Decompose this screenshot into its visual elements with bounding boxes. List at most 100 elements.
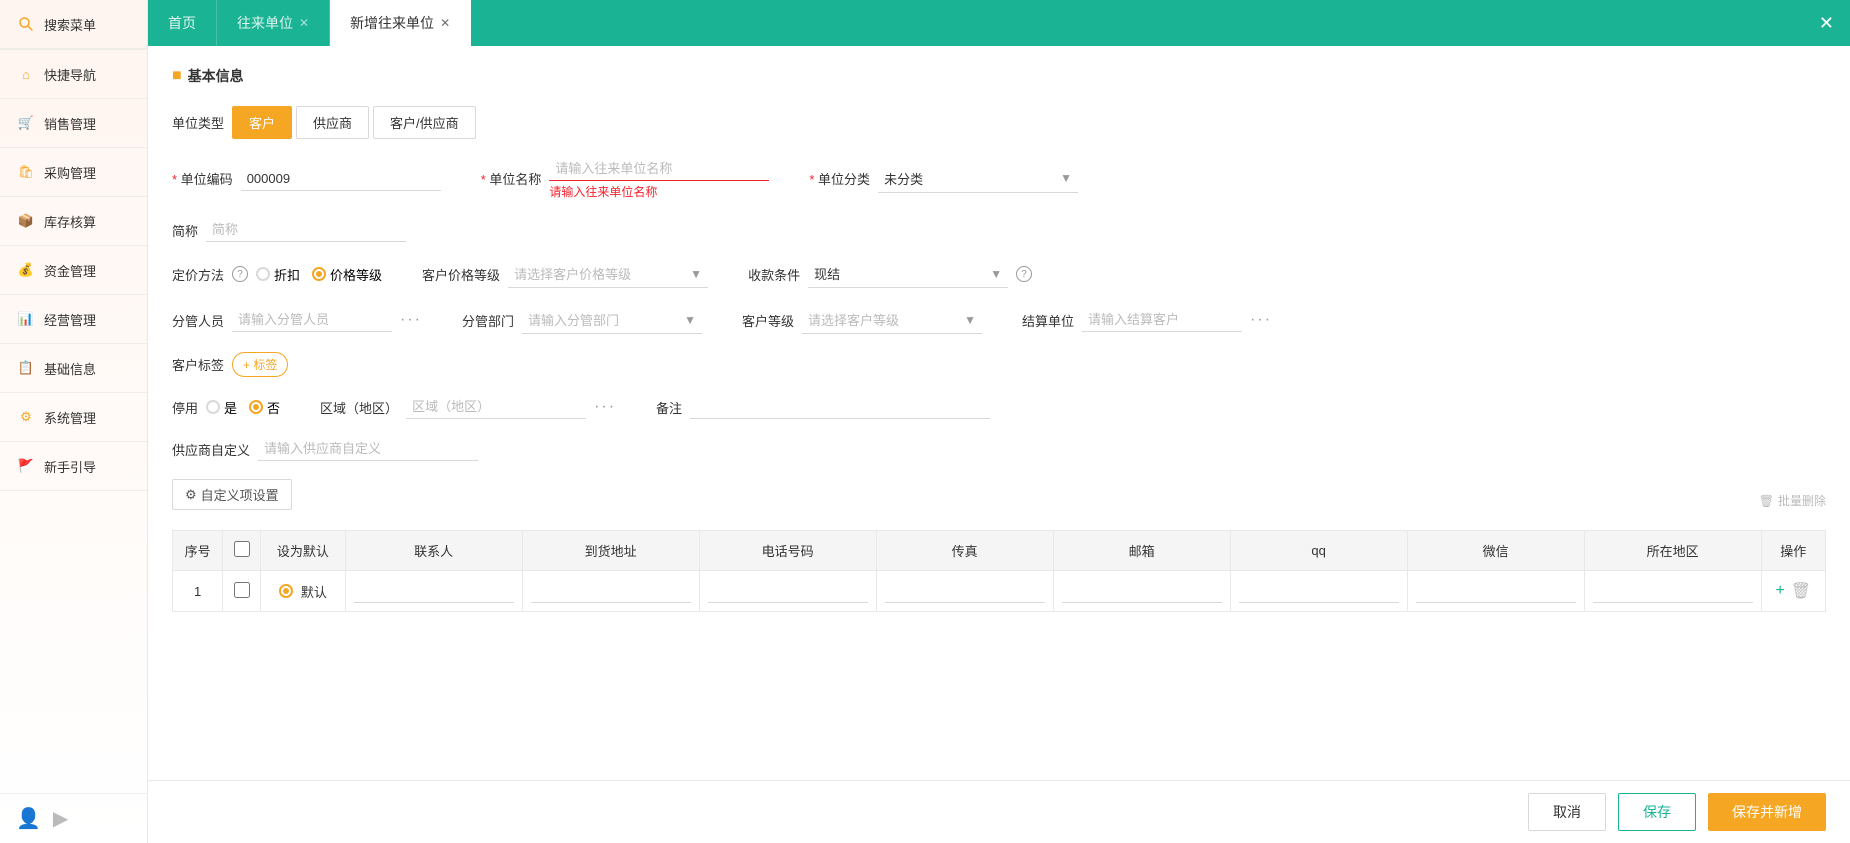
sidebar-item-finance[interactable]: 💰 资金管理 bbox=[0, 246, 147, 295]
customer-level-group: 客户等级 请选择客户等级 ▼ bbox=[742, 306, 982, 334]
pricing-level-option[interactable]: 价格等级 bbox=[312, 265, 382, 284]
settlement-input[interactable] bbox=[1082, 308, 1242, 332]
remark-label: 备注 bbox=[656, 398, 682, 417]
customer-level-select[interactable]: 请选择客户等级 ▼ bbox=[802, 306, 982, 334]
address-input[interactable] bbox=[531, 579, 691, 603]
fax-input[interactable] bbox=[885, 579, 1045, 603]
disabled-yes-radio[interactable] bbox=[206, 400, 220, 414]
disabled-yes-option[interactable]: 是 bbox=[206, 398, 237, 417]
settlement-group: 结算单位 ··· bbox=[1022, 308, 1272, 332]
sidebar-item-guide[interactable]: 🚩 新手引导 bbox=[0, 442, 147, 491]
settlement-dots[interactable]: ··· bbox=[1250, 311, 1272, 329]
tab-home-label: 首页 bbox=[168, 13, 196, 33]
chevron-down-icon: ▼ bbox=[1060, 171, 1072, 185]
disabled-no-radio[interactable] bbox=[249, 400, 263, 414]
batch-delete-btn[interactable]: 🗑 批量删除 bbox=[1759, 492, 1826, 509]
qq-input[interactable] bbox=[1239, 579, 1399, 603]
default-radio[interactable] bbox=[279, 584, 293, 598]
customer-price-select[interactable]: 请选择客户价格等级 ▼ bbox=[508, 260, 708, 288]
btn-supplier[interactable]: 供应商 bbox=[296, 106, 369, 139]
save-new-button[interactable]: 保存并新增 bbox=[1708, 793, 1826, 831]
row-checkbox[interactable] bbox=[234, 582, 250, 598]
tab-new-partner-close[interactable]: ✕ bbox=[440, 16, 450, 30]
manager-dots[interactable]: ··· bbox=[400, 311, 422, 329]
btn-customer[interactable]: 客户 bbox=[232, 106, 292, 139]
region-input[interactable] bbox=[406, 395, 586, 419]
sidebar-item-sales[interactable]: 🛒 销售管理 bbox=[0, 99, 147, 148]
unit-code-input[interactable] bbox=[241, 167, 441, 191]
del-row-btn[interactable]: 🗑 bbox=[1791, 581, 1811, 601]
sidebar-item-operations[interactable]: 📊 经营管理 bbox=[0, 295, 147, 344]
pricing-row: 定价方法 ? 折扣 价格等级 客户价格等级 请选择客户价格等级 bbox=[172, 260, 1826, 288]
pricing-level-radio[interactable] bbox=[312, 267, 326, 281]
cell-region bbox=[1584, 571, 1761, 612]
short-name-input[interactable] bbox=[206, 218, 406, 242]
search-icon bbox=[16, 14, 36, 34]
chevron-down-icon3: ▼ bbox=[990, 267, 1002, 281]
payment-terms-select[interactable]: 现结 ▼ bbox=[808, 260, 1008, 288]
delete-icon: 🗑 bbox=[1759, 494, 1774, 508]
supplier-custom-label: 供应商自定义 bbox=[172, 440, 250, 459]
phone-input[interactable] bbox=[708, 579, 868, 603]
sidebar-item-system[interactable]: ⚙ 系统管理 bbox=[0, 393, 147, 442]
add-tag-button[interactable]: + 标签 bbox=[232, 352, 288, 377]
unit-type-group: 单位类型 客户 供应商 客户/供应商 bbox=[172, 106, 476, 139]
close-all-tabs[interactable]: ✕ bbox=[1803, 0, 1850, 46]
th-region: 所在地区 bbox=[1584, 531, 1761, 571]
customize-settings-btn[interactable]: ⚙ 自定义项设置 bbox=[172, 479, 292, 510]
tab-partners-close[interactable]: ✕ bbox=[299, 16, 309, 30]
th-contact: 联系人 bbox=[345, 531, 522, 571]
section-title-text: 基本信息 bbox=[188, 66, 244, 86]
cancel-button[interactable]: 取消 bbox=[1528, 793, 1606, 831]
select-all-checkbox[interactable] bbox=[234, 541, 250, 557]
contact-input[interactable] bbox=[354, 579, 514, 603]
sidebar-item-label: 快捷导航 bbox=[44, 65, 96, 84]
tab-new-partner[interactable]: 新增往来单位 ✕ bbox=[330, 0, 471, 46]
save-button[interactable]: 保存 bbox=[1618, 793, 1696, 831]
default-radio-item[interactable]: 默认 bbox=[269, 582, 337, 601]
chevron-down-icon5: ▼ bbox=[964, 313, 976, 327]
sidebar-item-search[interactable]: 搜索菜单 bbox=[0, 0, 147, 50]
sidebar-item-inventory[interactable]: 📦 库存核算 bbox=[0, 197, 147, 246]
region-dots[interactable]: ··· bbox=[594, 398, 616, 416]
sidebar: 搜索菜单 ⌂ 快捷导航 🛒 销售管理 🛍 采购管理 📦 库存核算 💰 资金管理 … bbox=[0, 0, 148, 843]
manager-input[interactable] bbox=[232, 308, 392, 332]
pricing-discount-radio[interactable] bbox=[256, 267, 270, 281]
cell-contact bbox=[345, 571, 522, 612]
unit-category-select[interactable]: 未分类 ▼ bbox=[878, 165, 1078, 193]
default-label: 默认 bbox=[301, 582, 327, 601]
table-area: ⚙ 自定义项设置 🗑 批量删除 序号 设为默认 联系人 到货地址 电话 bbox=[172, 479, 1826, 612]
email-input[interactable] bbox=[1062, 579, 1222, 603]
wechat-input[interactable] bbox=[1416, 579, 1576, 603]
pricing-discount-option[interactable]: 折扣 bbox=[256, 265, 300, 284]
supplier-custom-input[interactable] bbox=[258, 437, 478, 461]
disabled-radio-group: 是 否 bbox=[206, 398, 280, 417]
sidebar-item-purchase[interactable]: 🛍 采购管理 bbox=[0, 148, 147, 197]
cart-icon: 🛒 bbox=[16, 113, 36, 133]
th-action: 操作 bbox=[1761, 531, 1825, 571]
tab-home[interactable]: 首页 bbox=[148, 0, 217, 46]
wallet-icon: 💰 bbox=[16, 260, 36, 280]
cell-seq: 1 bbox=[173, 571, 223, 612]
info-icon: 📋 bbox=[16, 358, 36, 378]
pricing-help-icon[interactable]: ? bbox=[232, 266, 248, 282]
payment-help-icon[interactable]: ? bbox=[1016, 266, 1032, 282]
region-table-input[interactable] bbox=[1593, 579, 1753, 603]
home-icon: ⌂ bbox=[16, 64, 36, 84]
btn-both[interactable]: 客户/供应商 bbox=[373, 106, 476, 139]
add-row-btn[interactable]: + bbox=[1775, 582, 1784, 600]
th-wechat: 微信 bbox=[1407, 531, 1584, 571]
sidebar-item-basic[interactable]: 📋 基础信息 bbox=[0, 344, 147, 393]
sidebar-item-quicknav[interactable]: ⌂ 快捷导航 bbox=[0, 50, 147, 99]
tab-partners[interactable]: 往来单位 ✕ bbox=[217, 0, 330, 46]
th-checkbox bbox=[223, 531, 261, 571]
contacts-table: 序号 设为默认 联系人 到货地址 电话号码 传真 邮箱 qq 微信 所在地区 操… bbox=[172, 530, 1826, 612]
disabled-no-option[interactable]: 否 bbox=[249, 398, 280, 417]
dept-select[interactable]: 请输入分管部门 ▼ bbox=[522, 306, 702, 334]
sidebar-item-label: 基础信息 bbox=[44, 359, 96, 378]
remark-input[interactable] bbox=[690, 395, 990, 419]
disabled-yes-label: 是 bbox=[224, 398, 237, 417]
unit-name-input[interactable] bbox=[549, 157, 769, 181]
table-header-row: 序号 设为默认 联系人 到货地址 电话号码 传真 邮箱 qq 微信 所在地区 操… bbox=[173, 531, 1826, 571]
flag-icon: 🚩 bbox=[16, 456, 36, 476]
